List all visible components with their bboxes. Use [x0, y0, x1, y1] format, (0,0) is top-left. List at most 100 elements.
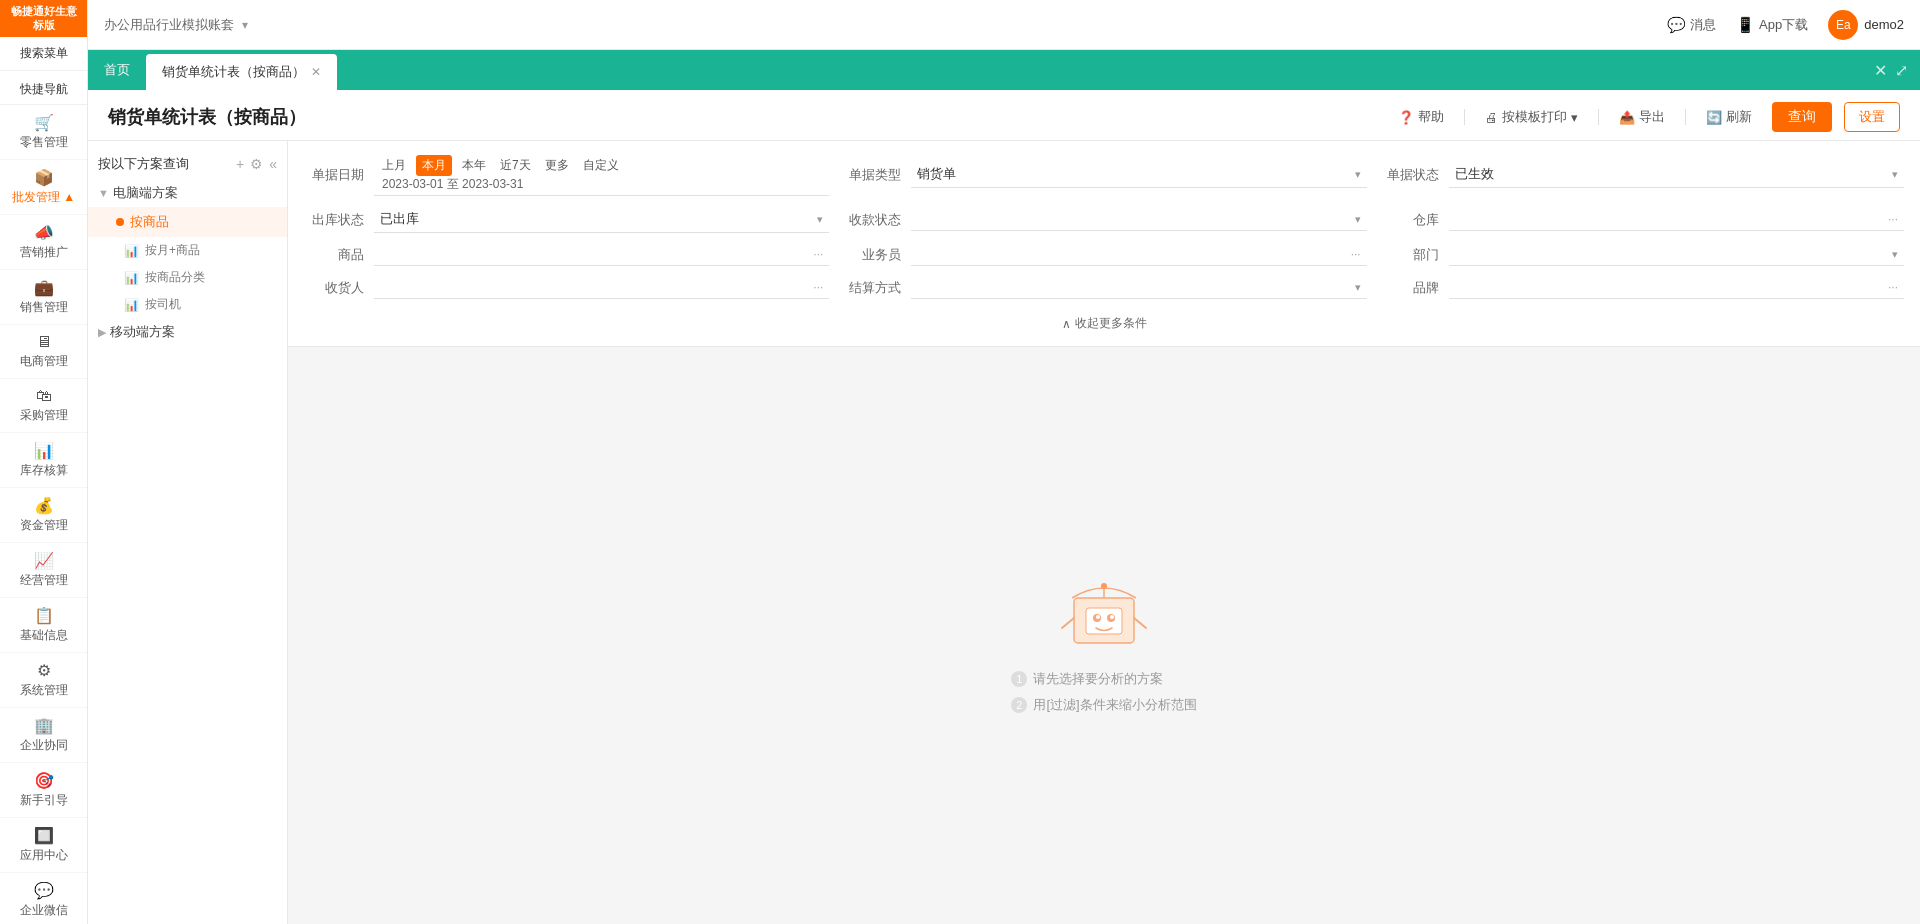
sidebar-item-basic[interactable]: 📋 基础信息 — [0, 598, 87, 653]
empty-text-1: 请先选择要分析的方案 — [1033, 670, 1163, 688]
sidebar-item-appstore[interactable]: 🔲 应用中心 — [0, 818, 87, 873]
empty-line-1: 1 请先选择要分析的方案 — [1011, 670, 1163, 688]
scheme-item-by-month-product[interactable]: 📊 按月+商品 — [88, 237, 287, 264]
status-value: 已生效 — [1455, 165, 1892, 183]
scheme-item-by-month-product-label: 按月+商品 — [145, 242, 200, 259]
scheme-add-icon[interactable]: + — [236, 156, 244, 172]
filter-cell-outbound: 出库状态 已出库 ▾ — [304, 206, 829, 233]
active-dot — [116, 218, 124, 226]
quicknav-label[interactable]: 快捷导航 — [20, 77, 68, 102]
settings-button[interactable]: 设置 — [1844, 102, 1900, 132]
status-select[interactable]: 已生效 ▾ — [1449, 161, 1904, 188]
receiver-dots-icon[interactable]: ··· — [813, 280, 823, 294]
tab-minimize-icon[interactable]: ✕ — [1874, 61, 1887, 80]
sidebar-item-wholesale[interactable]: 📦 批发管理 ▲ — [0, 160, 87, 215]
filter-cell-department: 部门 ▾ — [1379, 243, 1904, 266]
sidebar-item-enterprise[interactable]: 🏢 企业协同 — [0, 708, 87, 763]
salesperson-dots-icon[interactable]: ··· — [1351, 247, 1361, 261]
product-field[interactable]: ··· — [374, 243, 829, 266]
date-tab-7days[interactable]: 近7天 — [496, 155, 535, 176]
sidebar-search[interactable]: 搜索菜单 — [0, 37, 87, 71]
settlement-select[interactable]: ▾ — [911, 277, 1366, 299]
filter-row-3: 商品 ··· 业务员 ··· — [304, 243, 1904, 266]
sidebar-item-retail[interactable]: 🛒 零售管理 — [0, 105, 87, 160]
sales-label: 销售管理 — [20, 299, 68, 316]
warehouse-field[interactable]: ··· — [1449, 208, 1904, 231]
tab-close-icon[interactable]: ✕ — [311, 66, 321, 78]
sidebar-item-finance[interactable]: 💰 资金管理 — [0, 488, 87, 543]
payment-select[interactable]: ▾ — [911, 209, 1366, 231]
type-select[interactable]: 销货单 ▾ — [911, 161, 1366, 188]
separator-2 — [1598, 109, 1599, 125]
search-menu-label[interactable]: 搜索菜单 — [20, 45, 68, 62]
receiver-field[interactable]: ··· — [374, 276, 829, 299]
settlement-arrow-icon: ▾ — [1355, 281, 1361, 294]
print-label: 按模板打印 — [1502, 108, 1567, 126]
refresh-button[interactable]: 🔄 刷新 — [1698, 104, 1760, 130]
tabbar-controls: ✕ ⤢ — [1862, 61, 1920, 80]
breadcrumb-dropdown-icon[interactable]: ▾ — [242, 18, 248, 32]
group-collapsed-icon: ▶ — [98, 326, 106, 339]
scheme-collapse-icon[interactable]: « — [269, 156, 277, 172]
brand-field[interactable]: ··· — [1449, 276, 1904, 299]
department-select[interactable]: ▾ — [1449, 244, 1904, 266]
salesperson-field[interactable]: ··· — [911, 243, 1366, 266]
filter-cell-settlement: 结算方式 ▾ — [841, 276, 1366, 299]
scheme-settings-icon[interactable]: ⚙ — [250, 156, 263, 172]
query-button[interactable]: 查询 — [1772, 102, 1832, 132]
settlement-label: 结算方式 — [841, 279, 911, 297]
export-button[interactable]: 📤 导出 — [1611, 104, 1673, 130]
topbar: 办公用品行业模拟账套 ▾ 💬 消息 📱 App下载 Ea demo2 — [88, 0, 1920, 50]
date-label: 单据日期 — [304, 166, 374, 184]
scheme-item-by-printer-label: 按司机 — [145, 296, 181, 313]
settings-label: 设置 — [1859, 108, 1885, 126]
print-button[interactable]: 🖨 按模板打印 ▾ — [1477, 104, 1586, 130]
type-label: 单据类型 — [841, 166, 911, 184]
svg-line-8 — [1062, 618, 1074, 628]
filter-row-1: 单据日期 上月 本月 本年 近7天 更多 自定义 20 — [304, 153, 1904, 196]
message-action[interactable]: 💬 消息 — [1667, 16, 1716, 34]
sidebar-item-sales[interactable]: 💼 销售管理 — [0, 270, 87, 325]
collapse-bar[interactable]: ∧ 收起更多条件 — [304, 309, 1904, 334]
sidebar-item-newbie[interactable]: 🎯 新手引导 — [0, 763, 87, 818]
scheme-item-by-product[interactable]: 按商品 — [88, 207, 287, 237]
query-label: 查询 — [1788, 108, 1816, 126]
purchase-label: 采购管理 — [20, 407, 68, 424]
sidebar-item-purchase[interactable]: 🛍 采购管理 — [0, 379, 87, 433]
warehouse-dots-icon[interactable]: ··· — [1888, 212, 1898, 226]
tab-expand-icon[interactable]: ⤢ — [1895, 61, 1908, 80]
filter-table-panel: 单据日期 上月 本月 本年 近7天 更多 自定义 20 — [288, 141, 1920, 924]
date-tab-lastmonth[interactable]: 上月 — [378, 155, 410, 176]
empty-text-2: 用[过滤]条件来缩小分析范围 — [1033, 696, 1196, 714]
outbound-select[interactable]: 已出库 ▾ — [374, 206, 829, 233]
product-dots-icon[interactable]: ··· — [813, 247, 823, 261]
sidebar-item-marketing[interactable]: 📣 营销推广 — [0, 215, 87, 270]
tab-home[interactable]: 首页 — [88, 50, 146, 90]
date-tab-thismonth[interactable]: 本月 — [416, 155, 452, 176]
scheme-item-by-printer[interactable]: 📊 按司机 — [88, 291, 287, 318]
app-download-action[interactable]: 📱 App下载 — [1736, 16, 1808, 34]
date-tab-custom[interactable]: 自定义 — [579, 155, 623, 176]
sidebar-item-ecommerce[interactable]: 🖥 电商管理 — [0, 325, 87, 379]
sidebar-item-system[interactable]: ⚙ 系统管理 — [0, 653, 87, 708]
brand-dots-icon[interactable]: ··· — [1888, 280, 1898, 294]
sidebar-item-inventory[interactable]: 📊 库存核算 — [0, 433, 87, 488]
sidebar-item-operation[interactable]: 📈 经营管理 — [0, 543, 87, 598]
retail-label: 零售管理 — [20, 134, 68, 151]
empty-state: 1 请先选择要分析的方案 2 用[过滤]条件来缩小分析范围 — [288, 347, 1920, 924]
wholesale-label: 批发管理 ▲ — [12, 189, 75, 206]
help-button[interactable]: ❓ 帮助 — [1390, 104, 1452, 130]
enterprise-icon: 🏢 — [34, 716, 54, 735]
scheme-item-by-category[interactable]: 📊 按商品分类 — [88, 264, 287, 291]
operation-label: 经营管理 — [20, 572, 68, 589]
two-panel: 按以下方案查询 + ⚙ « ▼ 电脑端方案 按商品 — [88, 141, 1920, 924]
user-menu[interactable]: Ea demo2 — [1828, 10, 1904, 40]
scheme-group-desktop-header[interactable]: ▼ 电脑端方案 — [88, 179, 287, 207]
tab-report[interactable]: 销货单统计表（按商品） ✕ — [146, 54, 337, 90]
date-tab-more[interactable]: 更多 — [541, 155, 573, 176]
scheme-group-mobile-header[interactable]: ▶ 移动端方案 — [88, 318, 287, 346]
status-arrow-icon: ▾ — [1892, 168, 1898, 181]
date-tab-thisyear[interactable]: 本年 — [458, 155, 490, 176]
separator-3 — [1685, 109, 1686, 125]
sidebar-item-wechat[interactable]: 💬 企业微信 — [0, 873, 87, 924]
